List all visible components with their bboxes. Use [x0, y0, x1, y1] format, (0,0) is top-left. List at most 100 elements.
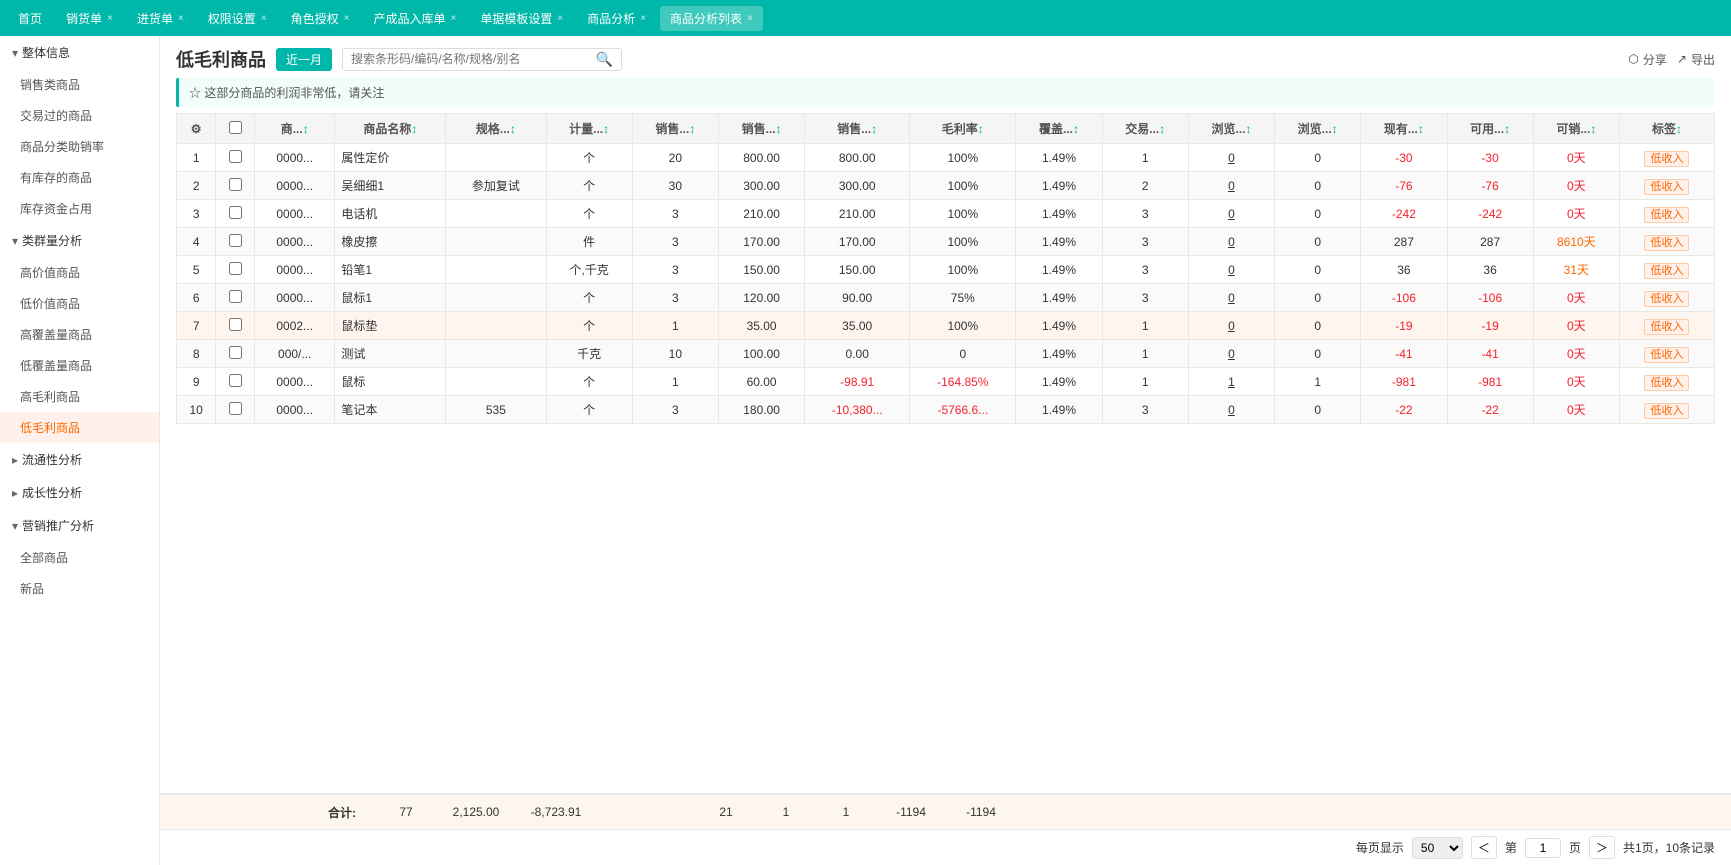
sidebar-item-traded-goods[interactable]: 交易过的商品: [0, 100, 159, 131]
close-icon[interactable]: ×: [640, 13, 646, 24]
search-box[interactable]: 🔍: [342, 48, 622, 71]
col-qty[interactable]: 销售...↕: [632, 114, 718, 144]
select-all-checkbox[interactable]: [229, 121, 242, 134]
sidebar-item-low-margin[interactable]: 低毛利商品: [0, 412, 159, 443]
per-page-select[interactable]: 50 20 100: [1412, 837, 1463, 859]
sidebar-item-all-products[interactable]: 全部商品: [0, 542, 159, 573]
date-filter-button[interactable]: 近一月: [276, 48, 332, 71]
row-select-checkbox[interactable]: [229, 150, 242, 163]
col-spec[interactable]: 规格...↕: [446, 114, 546, 144]
col-amount[interactable]: 销售...↕: [805, 114, 910, 144]
col-tag[interactable]: 标签↕: [1619, 114, 1714, 144]
nav-permission[interactable]: 权限设置 ×: [198, 6, 277, 31]
row-browse1[interactable]: 0: [1188, 340, 1274, 368]
sidebar-item-new-products[interactable]: 新品: [0, 573, 159, 604]
row-select-checkbox[interactable]: [229, 318, 242, 331]
col-margin-rate[interactable]: 毛利率↕: [910, 114, 1016, 144]
col-checkbox[interactable]: [216, 114, 255, 144]
col-code[interactable]: 商...↕: [255, 114, 335, 144]
current-page-input[interactable]: [1525, 838, 1561, 858]
sidebar-item-inventory-capital[interactable]: 库存资金占用: [0, 193, 159, 224]
row-checkbox[interactable]: [216, 172, 255, 200]
row-browse1[interactable]: 0: [1188, 284, 1274, 312]
nav-product-analysis-list[interactable]: 商品分析列表 ×: [660, 6, 763, 31]
row-browse1[interactable]: 0: [1188, 396, 1274, 424]
close-icon[interactable]: ×: [178, 13, 184, 24]
row-browse1[interactable]: 0: [1188, 172, 1274, 200]
sidebar-item-sales-goods[interactable]: 销售类商品: [0, 69, 159, 100]
row-checkbox[interactable]: [216, 312, 255, 340]
nav-home[interactable]: 首页: [8, 6, 52, 31]
row-browse2: 0: [1275, 144, 1361, 172]
row-checkbox[interactable]: [216, 368, 255, 396]
row-select-checkbox[interactable]: [229, 290, 242, 303]
sidebar-item-low-coverage[interactable]: 低覆盖量商品: [0, 350, 159, 381]
row-browse1[interactable]: 0: [1188, 228, 1274, 256]
row-select-checkbox[interactable]: [229, 178, 242, 191]
prev-page-button[interactable]: ＜: [1471, 836, 1497, 859]
row-checkbox[interactable]: [216, 340, 255, 368]
nav-product-entry[interactable]: 产成品入库单 ×: [363, 6, 466, 31]
sidebar-item-high-coverage[interactable]: 高覆盖量商品: [0, 319, 159, 350]
col-price[interactable]: 销售...↕: [718, 114, 804, 144]
row-browse1[interactable]: 0: [1188, 144, 1274, 172]
sidebar-item-category-rate[interactable]: 商品分类助销率: [0, 131, 159, 162]
row-checkbox[interactable]: [216, 256, 255, 284]
sidebar-group-marketing[interactable]: ▾ 营销推广分析: [0, 509, 159, 542]
row-select-checkbox[interactable]: [229, 206, 242, 219]
row-select-checkbox[interactable]: [229, 262, 242, 275]
row-browse1[interactable]: 0: [1188, 256, 1274, 284]
col-browse2[interactable]: 浏览...↕: [1275, 114, 1361, 144]
search-input[interactable]: [351, 52, 596, 66]
export-button[interactable]: ↗ 导出: [1677, 51, 1715, 68]
nav-sales-order[interactable]: 销货单 ×: [56, 6, 123, 31]
sidebar-group-growth[interactable]: ▸ 成长性分析: [0, 476, 159, 509]
sidebar-item-in-stock[interactable]: 有库存的商品: [0, 162, 159, 193]
row-code: 0002...: [255, 312, 335, 340]
sidebar-item-high-margin[interactable]: 高毛利商品: [0, 381, 159, 412]
row-checkbox[interactable]: [216, 284, 255, 312]
row-checkbox[interactable]: [216, 144, 255, 172]
row-checkbox[interactable]: [216, 200, 255, 228]
close-icon[interactable]: ×: [107, 13, 113, 24]
col-salable[interactable]: 可销...↕: [1533, 114, 1619, 144]
nav-purchase-order[interactable]: 进货单 ×: [127, 6, 194, 31]
row-salable: 0天: [1533, 144, 1619, 172]
row-checkbox[interactable]: [216, 228, 255, 256]
table-container[interactable]: ⚙ 商...↕ 商品名称↕ 规格...↕ 计量...↕ 销售...↕ 销售...…: [160, 113, 1731, 793]
row-tag: 低收入: [1619, 144, 1714, 172]
col-tx[interactable]: 交易...↕: [1102, 114, 1188, 144]
close-icon[interactable]: ×: [450, 13, 456, 24]
row-tx: 3: [1102, 228, 1188, 256]
col-unit[interactable]: 计量...↕: [546, 114, 632, 144]
col-browse1[interactable]: 浏览...↕: [1188, 114, 1274, 144]
close-icon[interactable]: ×: [344, 13, 350, 24]
row-select-checkbox[interactable]: [229, 234, 242, 247]
col-name[interactable]: 商品名称↕: [335, 114, 446, 144]
row-select-checkbox[interactable]: [229, 402, 242, 415]
nav-product-analysis[interactable]: 商品分析 ×: [577, 6, 656, 31]
col-gross[interactable]: 覆盖...↕: [1016, 114, 1102, 144]
close-icon[interactable]: ×: [747, 13, 753, 24]
sidebar-item-high-value[interactable]: 高价值商品: [0, 257, 159, 288]
col-avail[interactable]: 可用...↕: [1447, 114, 1533, 144]
sidebar-group-cluster[interactable]: ▾ 类群量分析: [0, 224, 159, 257]
close-icon[interactable]: ×: [261, 13, 267, 24]
col-settings[interactable]: ⚙: [177, 114, 216, 144]
share-button[interactable]: ⬡ 分享: [1628, 51, 1667, 68]
row-select-checkbox[interactable]: [229, 374, 242, 387]
footer-total-label: 合计:: [176, 804, 376, 821]
close-icon[interactable]: ×: [557, 13, 563, 24]
col-stock[interactable]: 现有...↕: [1361, 114, 1447, 144]
sidebar-item-low-value[interactable]: 低价值商品: [0, 288, 159, 319]
nav-template-settings[interactable]: 单据模板设置 ×: [470, 6, 573, 31]
row-browse1[interactable]: 0: [1188, 312, 1274, 340]
row-browse1[interactable]: 0: [1188, 200, 1274, 228]
next-page-button[interactable]: ＞: [1589, 836, 1615, 859]
sidebar-group-circulation[interactable]: ▸ 流通性分析: [0, 443, 159, 476]
sidebar-group-overall[interactable]: ▾ 整体信息: [0, 36, 159, 69]
nav-role-auth[interactable]: 角色授权 ×: [281, 6, 360, 31]
row-checkbox[interactable]: [216, 396, 255, 424]
row-select-checkbox[interactable]: [229, 346, 242, 359]
row-browse1[interactable]: 1: [1188, 368, 1274, 396]
